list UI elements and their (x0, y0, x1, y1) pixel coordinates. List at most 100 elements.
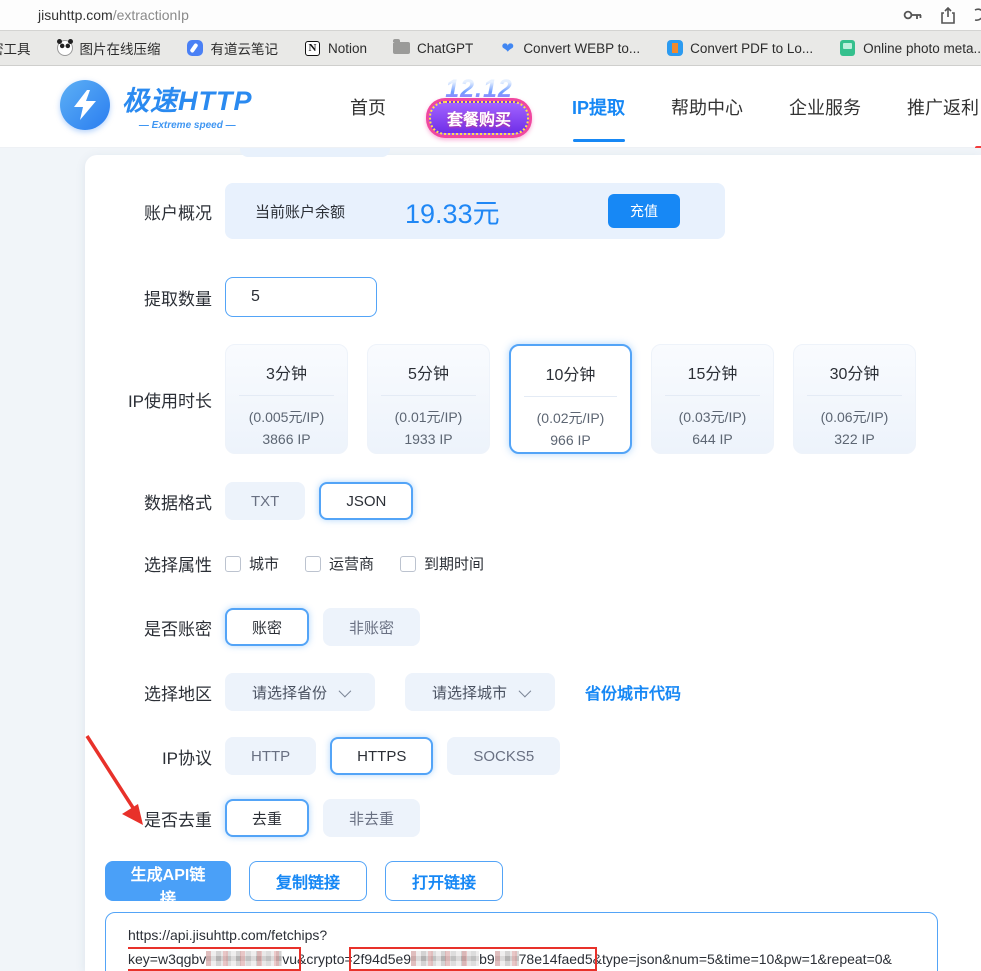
duration-count: 644 IP (692, 431, 733, 447)
bookmark-item[interactable]: 图片在线压缩 (56, 38, 161, 58)
duration-count: 322 IP (834, 431, 875, 447)
clipped-panel-edge (240, 148, 390, 157)
duration-count: 966 IP (550, 432, 591, 448)
province-placeholder: 请选择省份 (251, 684, 327, 702)
duration-option-15min[interactable]: 15分钟 (0.03元/IP) 644 IP (651, 344, 774, 454)
duration-title: 10分钟 (545, 367, 596, 384)
province-city-code-link[interactable]: 省份城市代码 (585, 680, 681, 704)
bookmark-label: 密工具 (0, 42, 31, 57)
dedupe-label: 是否去重 (144, 810, 212, 830)
format-label: 数据格式 (144, 493, 212, 513)
share-icon[interactable] (941, 6, 955, 24)
bookmark-item[interactable]: 有道云笔记 (187, 38, 279, 58)
recharge-button[interactable]: 充值 (608, 194, 680, 228)
attribute-checkbox-expiry[interactable]: 到期时间 (400, 553, 484, 574)
protocol-option-http[interactable]: HTTP (225, 737, 317, 775)
nav-home[interactable]: 首页 (350, 94, 386, 120)
duration-title: 3分钟 (266, 366, 307, 383)
redacted-crypto-mosaic (494, 951, 519, 966)
copy-link-button[interactable]: 复制链接 (249, 861, 368, 901)
promo-banner[interactable]: 12.12 套餐购买 (426, 76, 533, 138)
auth-option-credentials[interactable]: 账密 (225, 608, 310, 646)
nav-referral[interactable]: 推广返利 (907, 94, 979, 120)
checkbox-label: 运营商 (329, 556, 375, 573)
bookmark-label: ChatGPT (417, 40, 474, 56)
bookmarks-bar: 密工具 图片在线压缩 有道云笔记 N Notion ChatGPT ❤ Conver… (0, 30, 981, 66)
quantity-input[interactable] (225, 277, 377, 317)
dedupe-option-no[interactable]: 非去重 (323, 799, 421, 837)
attribute-checkbox-isp[interactable]: 运营商 (305, 553, 374, 574)
city-select[interactable]: 请选择城市 (405, 673, 555, 711)
format-option-txt[interactable]: TXT (225, 482, 306, 520)
auth-label: 是否账密 (144, 619, 212, 639)
province-select[interactable]: 请选择省份 (225, 673, 375, 711)
youdao-pen-icon (187, 40, 203, 56)
lightning-logo-icon (60, 80, 110, 130)
duration-option-10min[interactable]: 10分钟 (0.02元/IP) 966 IP (509, 344, 632, 454)
dedupe-option-yes[interactable]: 去重 (225, 799, 310, 837)
notion-icon: N (305, 40, 320, 56)
address-bar[interactable]: jisuhttp.com/extractionIp (0, 0, 981, 30)
bookmark-item[interactable]: Convert PDF to Lo... (666, 40, 813, 57)
page-url[interactable]: jisuhttp.com/extractionIp (38, 7, 189, 23)
redacted-key-mosaic (206, 951, 283, 966)
nav-enterprise[interactable]: 企业服务 (789, 94, 861, 120)
account-panel: 当前账户余额 19.33元 充值 (225, 183, 725, 239)
auth-option-no-credentials[interactable]: 非账密 (323, 608, 421, 646)
crypto-annotation-box: 2f94d5e9 b9 78e14faed5 (348, 947, 597, 971)
attribute-checkbox-city[interactable]: 城市 (225, 553, 279, 574)
bookmark-label: 有道云笔记 (210, 42, 279, 57)
bookmark-label: Convert WEBP to... (523, 40, 641, 56)
chevron-down-icon (338, 684, 352, 697)
duration-count: 1933 IP (404, 431, 453, 447)
generate-api-link-button[interactable]: 生成API链接 (105, 861, 231, 908)
bookmark-label: Convert PDF to Lo... (690, 40, 814, 56)
account-overview-label: 账户概况 (144, 203, 212, 223)
url-path: /extractionIp (112, 7, 189, 23)
brand-logo[interactable]: 极速HTTP — Extreme speed — (60, 79, 253, 131)
url-host: jisuhttp.com (38, 7, 113, 23)
redacted-crypto-mosaic (411, 951, 480, 966)
duration-option-3min[interactable]: 3分钟 (0.005元/IP) 3866 IP (225, 344, 348, 454)
bookmark-item[interactable]: ❤ Convert WEBP to... (499, 40, 641, 57)
open-link-button[interactable]: 打开链接 (385, 861, 504, 901)
brand-name: 极速HTTP (122, 86, 253, 116)
duration-price: (0.03元/IP) (678, 409, 747, 425)
duration-title: 5分钟 (408, 366, 449, 383)
checkbox-label: 城市 (249, 556, 280, 573)
duration-count: 3866 IP (262, 431, 311, 447)
balance-value: 19.33元 (405, 198, 500, 229)
bookmark-item[interactable]: 密工具 (0, 38, 31, 58)
api-url-line2: key=w3qgbv vu&crypto=2f94d5e9 b9 78e14faed5… (128, 947, 892, 971)
protocol-option-socks5[interactable]: SOCKS5 (447, 737, 561, 775)
bookmark-label: Notion (328, 40, 368, 56)
bookmark-item[interactable]: ChatGPT (393, 39, 474, 57)
nav-help-center[interactable]: 帮助中心 (671, 94, 743, 120)
balance-label: 当前账户余额 (255, 203, 346, 221)
duration-option-5min[interactable]: 5分钟 (0.01元/IP) 1933 IP (367, 344, 490, 454)
bookmark-item[interactable]: Online photo meta... (839, 40, 981, 57)
duration-price: (0.005元/IP) (248, 409, 325, 425)
protocol-label: IP协议 (161, 748, 212, 768)
city-placeholder: 请选择城市 (431, 684, 507, 702)
pdf-converter-icon (666, 40, 683, 56)
duration-price: (0.06元/IP) (820, 409, 889, 425)
format-option-json[interactable]: JSON (319, 482, 414, 520)
duration-label: IP使用时长 (127, 391, 212, 411)
api-url-textarea[interactable]: https://api.jisuhttp.com/fetchips? key=w… (105, 912, 938, 971)
duration-option-30min[interactable]: 30分钟 (0.06元/IP) 322 IP (793, 344, 916, 454)
checkbox-icon (305, 555, 322, 572)
duration-price: (0.02元/IP) (536, 410, 605, 426)
checkbox-label: 到期时间 (424, 556, 485, 573)
bookmark-item[interactable]: N Notion (304, 40, 367, 57)
extraction-form-card: 账户概况 当前账户余额 19.33元 充值 提取数量 IP使用时长 3分钟 ( (85, 148, 981, 971)
bookmark-label: 图片在线压缩 (79, 42, 161, 57)
attributes-label: 选择属性 (144, 556, 212, 575)
password-key-icon[interactable] (903, 9, 923, 21)
site-header: 极速HTTP — Extreme speed — 首页 12.12 套餐购买 I… (0, 66, 981, 162)
nav-ip-extract[interactable]: IP提取 (572, 94, 625, 120)
api-url-line1: https://api.jisuhttp.com/fetchips? (128, 927, 328, 943)
protocol-option-https[interactable]: HTTPS (330, 737, 434, 775)
clipped-toolbar-icon[interactable] (973, 7, 981, 23)
quantity-label: 提取数量 (144, 289, 212, 309)
